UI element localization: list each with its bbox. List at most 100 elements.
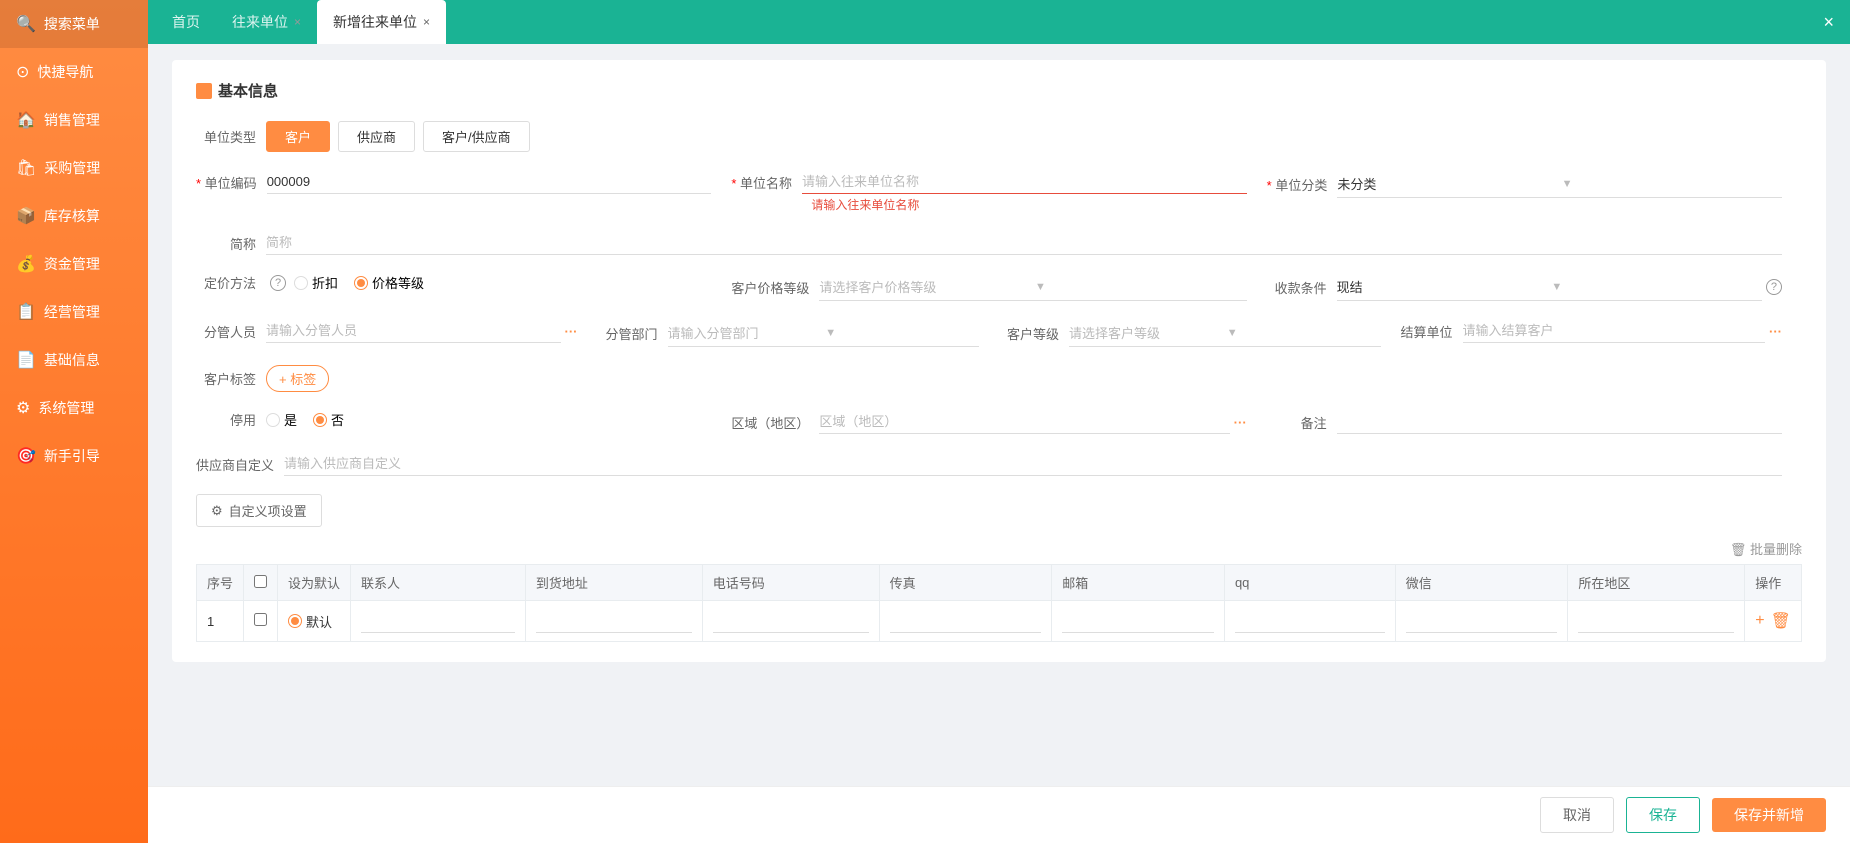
col-action: 操作 <box>1745 565 1802 601</box>
sidebar-item-guide[interactable]: 🎯 新手引导 <box>0 432 148 480</box>
sidebar-item-label: 基础信息 <box>44 350 100 370</box>
sidebar-item-inventory[interactable]: 📦 库存核算 <box>0 192 148 240</box>
tab-close-partners[interactable]: × <box>294 15 301 29</box>
settlement-more-icon[interactable]: ··· <box>1769 324 1782 339</box>
col-default: 设为默认 <box>278 565 351 601</box>
sidebar-item-system[interactable]: ⚙ 系统管理 <box>0 384 148 432</box>
wechat-input[interactable] <box>1406 609 1558 633</box>
guide-icon: 🎯 <box>16 446 36 466</box>
row-address[interactable] <box>525 601 702 642</box>
pricing-radio-discount[interactable]: 折扣 <box>294 273 338 292</box>
customer-price-label: 客户价格等级 <box>731 278 819 297</box>
customer-level-select[interactable]: 请选择客户等级 ▼ <box>1069 319 1381 347</box>
disabled-no[interactable]: 否 <box>313 410 344 429</box>
manager-input[interactable] <box>266 319 561 343</box>
email-input[interactable] <box>1062 609 1214 633</box>
unit-name-error: 请输入往来单位名称 <box>731 196 919 213</box>
supplier-custom-input[interactable] <box>284 452 1782 476</box>
add-tag-button[interactable]: + 标签 <box>266 365 329 392</box>
row-wechat[interactable] <box>1395 601 1568 642</box>
bulk-delete-button[interactable]: 🗑 批量删除 <box>196 539 1802 558</box>
phone-input[interactable] <box>713 609 869 633</box>
tab-home[interactable]: 首页 <box>156 0 216 44</box>
sidebar-item-basic[interactable]: 📄 基础信息 <box>0 336 148 384</box>
sidebar-item-purchase[interactable]: 🛍 采购管理 <box>0 144 148 192</box>
payment-terms-select[interactable]: 现结 ▼ <box>1337 273 1762 301</box>
payment-hint-icon[interactable]: ? <box>1766 279 1782 295</box>
house-icon: 🏠 <box>16 110 36 130</box>
qq-input[interactable] <box>1235 609 1385 633</box>
trash-icon: 🗑 <box>1730 542 1747 557</box>
row-default-radio[interactable]: 默认 <box>288 612 340 631</box>
unit-code-field: 单位编码 <box>196 170 731 194</box>
sidebar-item-operation[interactable]: 📋 经营管理 <box>0 288 148 336</box>
sidebar-item-quick-nav[interactable]: ⊙ 快捷导航 <box>0 48 148 96</box>
col-phone: 电话号码 <box>702 565 879 601</box>
settlement-unit-label: 结算单位 <box>1401 322 1463 341</box>
unit-type-btn-supplier[interactable]: 供应商 <box>338 121 415 152</box>
row-email[interactable] <box>1052 601 1225 642</box>
delete-row-button[interactable]: 🗑 <box>1771 611 1791 631</box>
row-actions: + 🗑 <box>1745 601 1802 642</box>
disabled-yes[interactable]: 是 <box>266 410 297 429</box>
unit-category-select[interactable]: 未分类 ▼ <box>1337 170 1782 198</box>
tab-new-partner[interactable]: 新增往来单位 × <box>317 0 446 44</box>
unit-category-label: 单位分类 <box>1267 175 1338 194</box>
pricing-radio-price-level[interactable]: 价格等级 <box>354 273 424 292</box>
add-row-button[interactable]: + <box>1755 612 1764 630</box>
dept-select[interactable]: 请输入分管部门 ▼ <box>668 319 980 347</box>
sidebar-item-finance[interactable]: 💰 资金管理 <box>0 240 148 288</box>
disabled-row: 停用 是 否 区域（地区） ··· <box>196 410 1802 434</box>
customer-price-select[interactable]: 请选择客户价格等级 ▼ <box>819 273 1246 301</box>
save-button[interactable]: 保存 <box>1626 797 1700 833</box>
col-address: 到货地址 <box>525 565 702 601</box>
select-all-checkbox[interactable] <box>254 575 267 588</box>
row-contact[interactable] <box>351 601 526 642</box>
sidebar-item-search[interactable]: 🔍 搜索菜单 <box>0 0 148 48</box>
row-fax[interactable] <box>879 601 1052 642</box>
no-radio-circle <box>313 413 327 427</box>
region-more-icon[interactable]: ··· <box>1234 415 1247 430</box>
gear-icon: ⚙ <box>16 398 30 418</box>
col-email: 邮箱 <box>1052 565 1225 601</box>
region-input[interactable] <box>819 410 1229 434</box>
fax-input[interactable] <box>890 609 1042 633</box>
row-qq[interactable] <box>1224 601 1395 642</box>
unit-name-label: 单位名称 <box>731 173 802 192</box>
title-icon <box>196 83 212 99</box>
tabbar-close-all[interactable]: × <box>1815 12 1842 33</box>
remark-input[interactable] <box>1337 410 1782 434</box>
pricing-method-label: 定价方法 <box>196 273 266 292</box>
dept-label: 分管部门 <box>598 324 668 343</box>
short-name-input[interactable] <box>266 231 1782 255</box>
row-region-input[interactable] <box>1578 609 1734 633</box>
unit-type-row: 单位类型 客户 供应商 客户/供应商 <box>196 121 1802 152</box>
supplier-custom-field: 供应商自定义 <box>196 452 1802 476</box>
sidebar-item-sales[interactable]: 🏠 销售管理 <box>0 96 148 144</box>
custom-settings-section: ⚙ 自定义项设置 <box>196 494 1802 539</box>
default-radio-circle <box>288 614 302 628</box>
cancel-button[interactable]: 取消 <box>1540 797 1614 833</box>
contact-input[interactable] <box>361 609 515 633</box>
tab-close-new-partner[interactable]: × <box>423 15 430 29</box>
row-no: 1 <box>197 601 244 642</box>
address-input[interactable] <box>536 609 692 633</box>
custom-settings-button[interactable]: ⚙ 自定义项设置 <box>196 494 322 527</box>
save-new-button[interactable]: 保存并新增 <box>1712 798 1826 832</box>
unit-name-input[interactable] <box>802 170 1247 194</box>
manager-more-icon[interactable]: ··· <box>565 324 578 339</box>
unit-info-row: 单位编码 单位名称 请输入往来单位名称 单位分类 未分类 ▼ <box>196 170 1802 213</box>
row-checkbox[interactable] <box>254 613 267 626</box>
row-region[interactable] <box>1568 601 1745 642</box>
row-phone[interactable] <box>702 601 879 642</box>
tab-partners[interactable]: 往来单位 × <box>216 0 317 44</box>
settlement-unit-input[interactable] <box>1463 319 1765 343</box>
discount-radio-circle <box>294 276 308 290</box>
unit-type-btn-both[interactable]: 客户/供应商 <box>423 121 530 152</box>
unit-code-input[interactable] <box>267 170 712 194</box>
payment-terms-label: 收款条件 <box>1267 278 1337 297</box>
pricing-hint-icon[interactable]: ? <box>270 275 286 291</box>
search-icon: 🔍 <box>16 14 36 34</box>
unit-type-btn-customer[interactable]: 客户 <box>266 121 330 152</box>
col-no: 序号 <box>197 565 244 601</box>
